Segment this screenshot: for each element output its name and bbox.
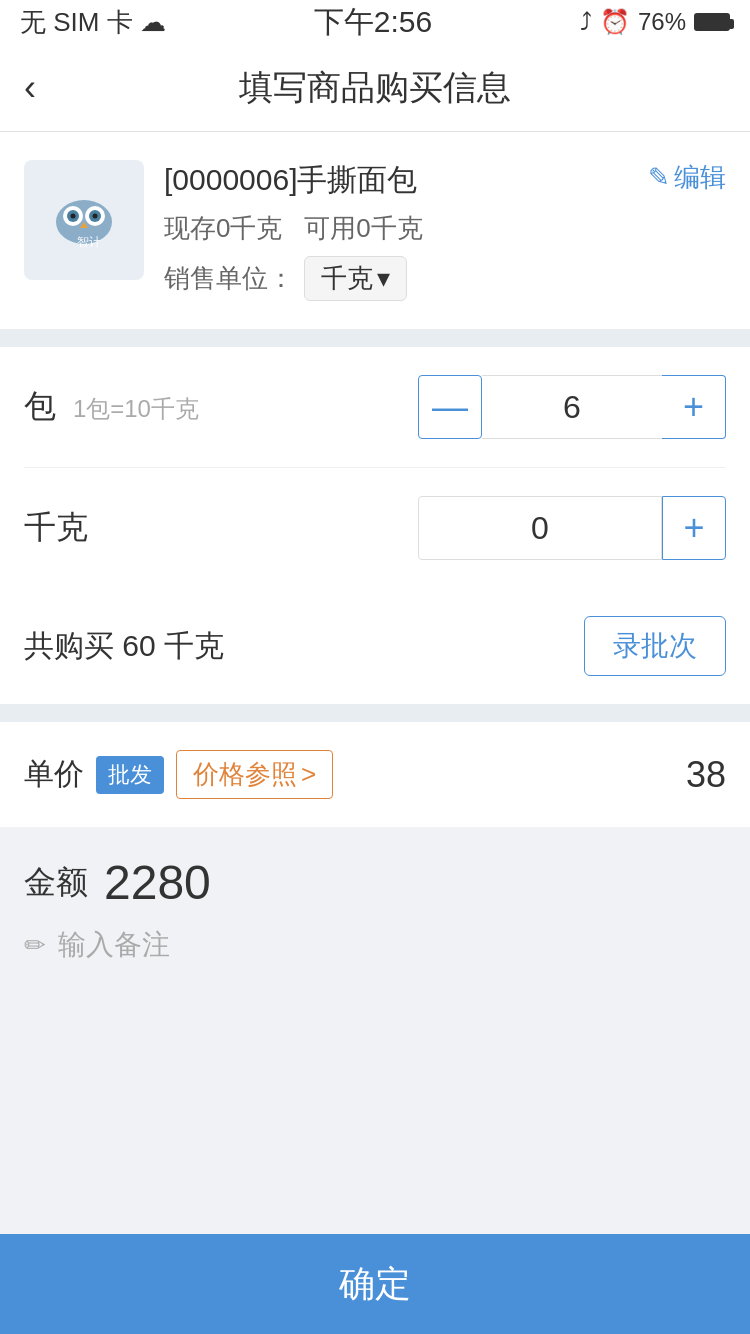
svg-point-5 [71, 214, 76, 219]
amount-value: 2280 [104, 855, 211, 910]
bao-sublabel: 1包=10千克 [73, 395, 199, 422]
separator-1 [0, 329, 750, 347]
battery-icon [694, 13, 730, 31]
kg-label: 千克 [24, 506, 418, 550]
bottom-space [0, 980, 750, 1260]
product-image: 智计 [24, 160, 144, 280]
bao-input-row: 包 1包=10千克 — + [24, 347, 726, 468]
bao-qty-input[interactable] [482, 375, 662, 439]
edit-icon: ✎ [648, 162, 670, 193]
status-right: ⤴ ⏰ 76% [580, 8, 730, 36]
status-bar: 无 SIM 卡 ☁ 下午2:56 ⤴ ⏰ 76% [0, 0, 750, 44]
kg-qty-control: + [418, 496, 726, 560]
confirm-button[interactable]: 确定 [0, 1234, 750, 1334]
product-info: [0000006]手撕面包 现存0千克 可用0千克 销售单位： 千克 ▾ [164, 160, 726, 301]
chevron-down-icon: ▾ [377, 263, 390, 294]
price-label: 单价 [24, 754, 84, 795]
owl-logo-icon: 智计 [49, 190, 119, 250]
batch-badge: 批发 [96, 756, 164, 794]
location-icon: ⤴ [580, 8, 592, 36]
alarm-icon: ⏰ [600, 8, 630, 36]
edit-button[interactable]: ✎ 编辑 [648, 160, 726, 195]
remark-placeholder: 输入备注 [58, 926, 170, 964]
price-label-row: 单价 批发 价格参照 > [24, 750, 333, 799]
price-row: 单价 批发 价格参照 > 38 [24, 750, 726, 799]
price-section: 单价 批发 价格参照 > 38 [0, 722, 750, 827]
price-value: 38 [686, 754, 726, 796]
status-left: 无 SIM 卡 ☁ [20, 5, 166, 40]
product-stock: 现存0千克 可用0千克 [164, 211, 726, 246]
bao-label: 包 1包=10千克 [24, 385, 418, 429]
product-card: 智计 [0000006]手撕面包 现存0千克 可用0千克 销售单位： 千克 ▾ … [0, 132, 750, 329]
nav-bar: ‹ 填写商品购买信息 [0, 44, 750, 132]
bao-minus-button[interactable]: — [418, 375, 482, 439]
kg-qty-input[interactable] [418, 496, 662, 560]
price-reference-button[interactable]: 价格参照 > [176, 750, 333, 799]
bao-qty-control: — + [418, 375, 726, 439]
kg-input-row: 千克 + [24, 468, 726, 588]
amount-row: 金额 2280 [24, 855, 726, 910]
svg-text:智计: 智计 [77, 235, 101, 249]
status-time: 下午2:56 [314, 2, 432, 43]
sim-status: 无 SIM 卡 ☁ [20, 5, 166, 40]
back-button[interactable]: ‹ [24, 67, 36, 109]
summary-row: 共购买 60 千克 录批次 [0, 588, 750, 704]
chevron-right-icon: > [301, 759, 316, 790]
battery-status: 76% [638, 8, 686, 36]
page-title: 填写商品购买信息 [239, 65, 511, 111]
summary-text: 共购买 60 千克 [24, 626, 224, 667]
svg-point-6 [93, 214, 98, 219]
amount-section: 金额 2280 ✏ 输入备注 [0, 827, 750, 980]
product-name: [0000006]手撕面包 [164, 160, 726, 201]
kg-plus-button[interactable]: + [662, 496, 726, 560]
amount-label: 金额 [24, 861, 88, 905]
pencil-icon: ✏ [24, 930, 46, 961]
separator-2 [0, 704, 750, 722]
remark-row[interactable]: ✏ 输入备注 [24, 926, 726, 964]
record-batch-button[interactable]: 录批次 [584, 616, 726, 676]
unit-selector[interactable]: 千克 ▾ [304, 256, 407, 301]
input-section: 包 1包=10千克 — + 千克 + [0, 347, 750, 588]
bao-plus-button[interactable]: + [662, 375, 726, 439]
product-unit-row: 销售单位： 千克 ▾ [164, 256, 726, 301]
